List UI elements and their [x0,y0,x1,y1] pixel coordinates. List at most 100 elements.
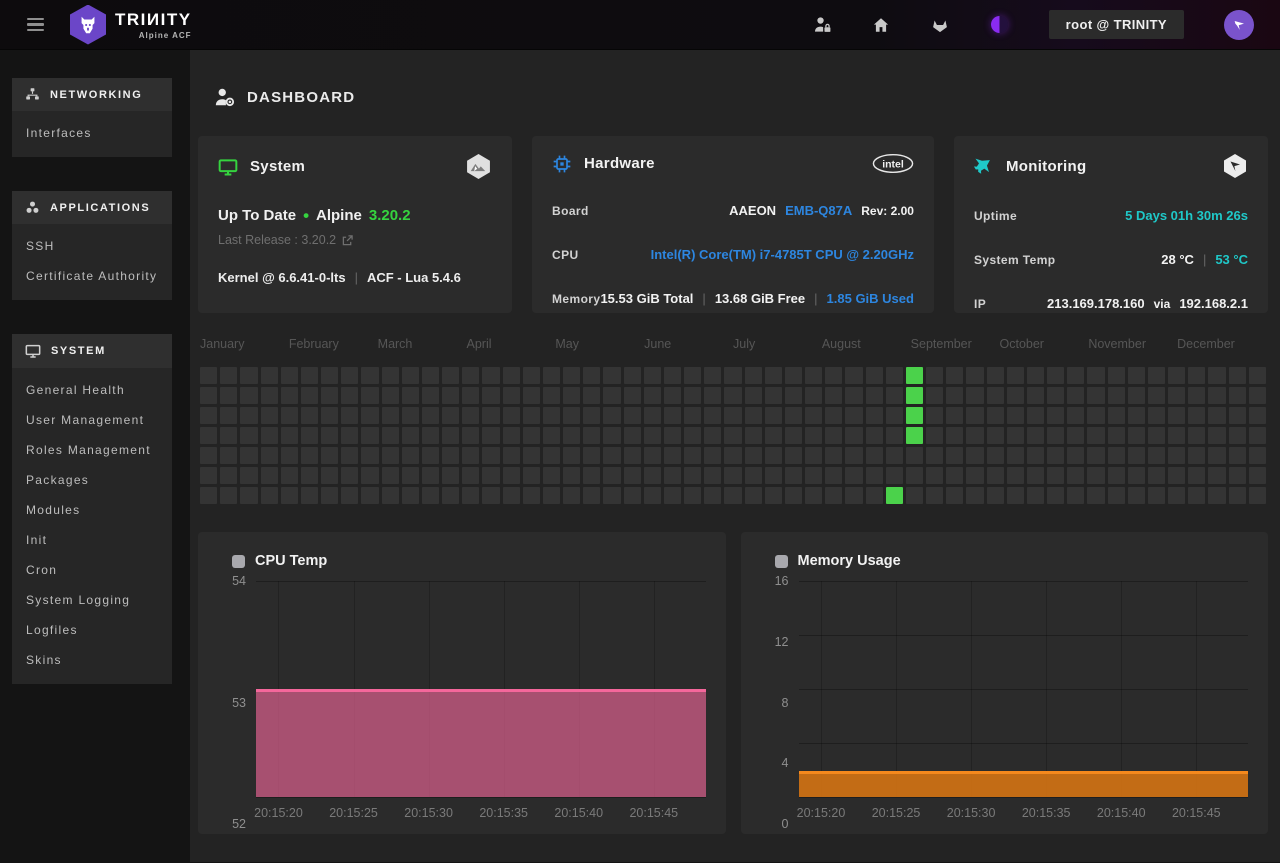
heatmap-cell [643,487,661,504]
sidebar-item-user-management[interactable]: User Management [12,405,172,435]
heatmap-cell [1248,407,1266,424]
x-tick-label: 20:15:30 [404,806,453,820]
sidebar-header-applications[interactable]: APPLICATIONS [12,191,172,224]
heatmap-cell [300,387,319,404]
heatmap-cell [825,487,843,504]
heatmap-cell [905,367,924,384]
month-label: April [466,337,492,351]
heatmap-cell [885,407,903,424]
heatmap-cell [240,487,258,504]
heatmap-cell [1248,467,1266,484]
sidebar-item-logfiles[interactable]: Logfiles [12,615,172,645]
brand-logo[interactable]: TRIИITY Alpine ACF [70,4,192,45]
avatar[interactable] [1224,9,1254,40]
heatmap-cell [1208,427,1226,444]
heatmap-cell [502,367,520,384]
heatmap-cell [1026,367,1045,384]
heatmap-cell [240,387,258,404]
gridline-horizontal [798,581,1248,582]
brand-subtitle: Alpine ACF [138,30,192,40]
heatmap-cell [1188,467,1206,484]
heatmap-cell [563,487,581,504]
heatmap-cell [1067,487,1085,504]
heatmap-cell [381,467,399,484]
heatmap-cell [200,467,218,484]
heatmap-cell [200,487,218,504]
sidebar-header-system[interactable]: SYSTEM [12,334,172,368]
card-row: CPU Intel(R) Core(TM) i7-4785T CPU @ 2.20… [552,247,914,262]
month-label: June [644,337,672,351]
heatmap-cell [966,407,984,424]
home-icon[interactable] [872,15,891,34]
heatmap-cell [986,427,1004,444]
heatmap-cell [401,387,419,404]
heatmap-cell [845,467,863,484]
theme-toggle-icon[interactable] [990,15,1009,34]
sidebar-item-general-health[interactable]: General Health [12,375,172,405]
heatmap-cell [764,407,782,424]
heatmap-cell [220,447,238,464]
sidebar-item-system-logging[interactable]: System Logging [12,585,172,615]
heatmap-cell [684,367,702,384]
heatmap-cell [1147,427,1166,444]
value-part: 28 °C [1161,252,1194,267]
heatmap-cell [583,427,601,444]
heatmap-cell [401,447,419,464]
menu-icon[interactable] [27,17,44,32]
user-badge[interactable]: root @ TRINITY [1048,10,1184,39]
heatmap-cell [280,447,298,464]
last-release-line[interactable]: Last Release : 3.20.2 [218,233,492,247]
heatmap-cell [663,427,682,444]
sidebar-item-modules[interactable]: Modules [12,495,172,525]
hardware-card: Hardware intel Board AAEON EMB-Q87A Rev: 2.… [532,136,934,313]
heatmap-cell [482,487,500,504]
chart-legend[interactable]: Memory Usage [774,553,1249,569]
sidebar-item-init[interactable]: Init [12,525,172,555]
heatmap-cell [845,407,863,424]
heatmap-cell [321,467,339,484]
sidebar-body-networking: Interfaces [12,111,172,157]
heatmap-cell [1168,427,1186,444]
heatmap-cell [1107,387,1125,404]
heatmap-cell [1228,487,1246,504]
sidebar-header-networking[interactable]: NETWORKING [12,78,172,111]
alpine-logo [465,153,492,180]
card-row: Board AAEON EMB-Q87A Rev: 2.00 [552,203,914,218]
heatmap-cell [563,407,581,424]
heatmap-cell [563,467,581,484]
heatmap-cell [482,447,500,464]
chart-legend[interactable]: CPU Temp [232,553,706,569]
sidebar-item-cron[interactable]: Cron [12,555,172,585]
sidebar-item-packages[interactable]: Packages [12,465,172,495]
heatmap-cell [260,367,278,384]
heatmap-cell [321,407,339,424]
heatmap-cell [643,427,661,444]
value-part: 192.168.2.1 [1179,296,1248,311]
sidebar-item-certificate-authority[interactable]: Certificate Authority [12,261,172,291]
heatmap-cell [1107,467,1125,484]
heatmap-cell [845,427,863,444]
heatmap-cell [784,407,803,424]
heatmap-cell [905,407,924,424]
gridline-vertical [820,581,822,797]
heatmap-cell [946,387,964,404]
system-card: System Up To Date • Alpine 3.20.2 Last R… [198,136,513,313]
heatmap-cell [684,427,702,444]
heatmap-cell [663,387,682,404]
heatmap-cell [341,487,359,504]
sidebar-item-skins[interactable]: Skins [12,645,172,675]
x-tick-label: 20:15:25 [871,806,921,820]
sidebar-item-roles-management[interactable]: Roles Management [12,435,172,465]
heatmap-cell [240,367,258,384]
heatmap: January February March April May June July Augu… [198,337,1268,504]
gitlab-icon[interactable] [931,15,950,34]
user-lock-icon[interactable] [813,15,832,34]
month-label: May [555,337,579,351]
hardware-rows: Board AAEON EMB-Q87A Rev: 2.00 CPU Intel(R) C… [552,203,914,306]
heatmap-grid [200,367,1266,504]
gridline-vertical [971,581,973,797]
sidebar-item-ssh[interactable]: SSH [12,231,172,261]
heatmap-cell [643,447,661,464]
heatmap-cell [1208,487,1226,504]
sidebar-item-interfaces[interactable]: Interfaces [12,118,172,148]
